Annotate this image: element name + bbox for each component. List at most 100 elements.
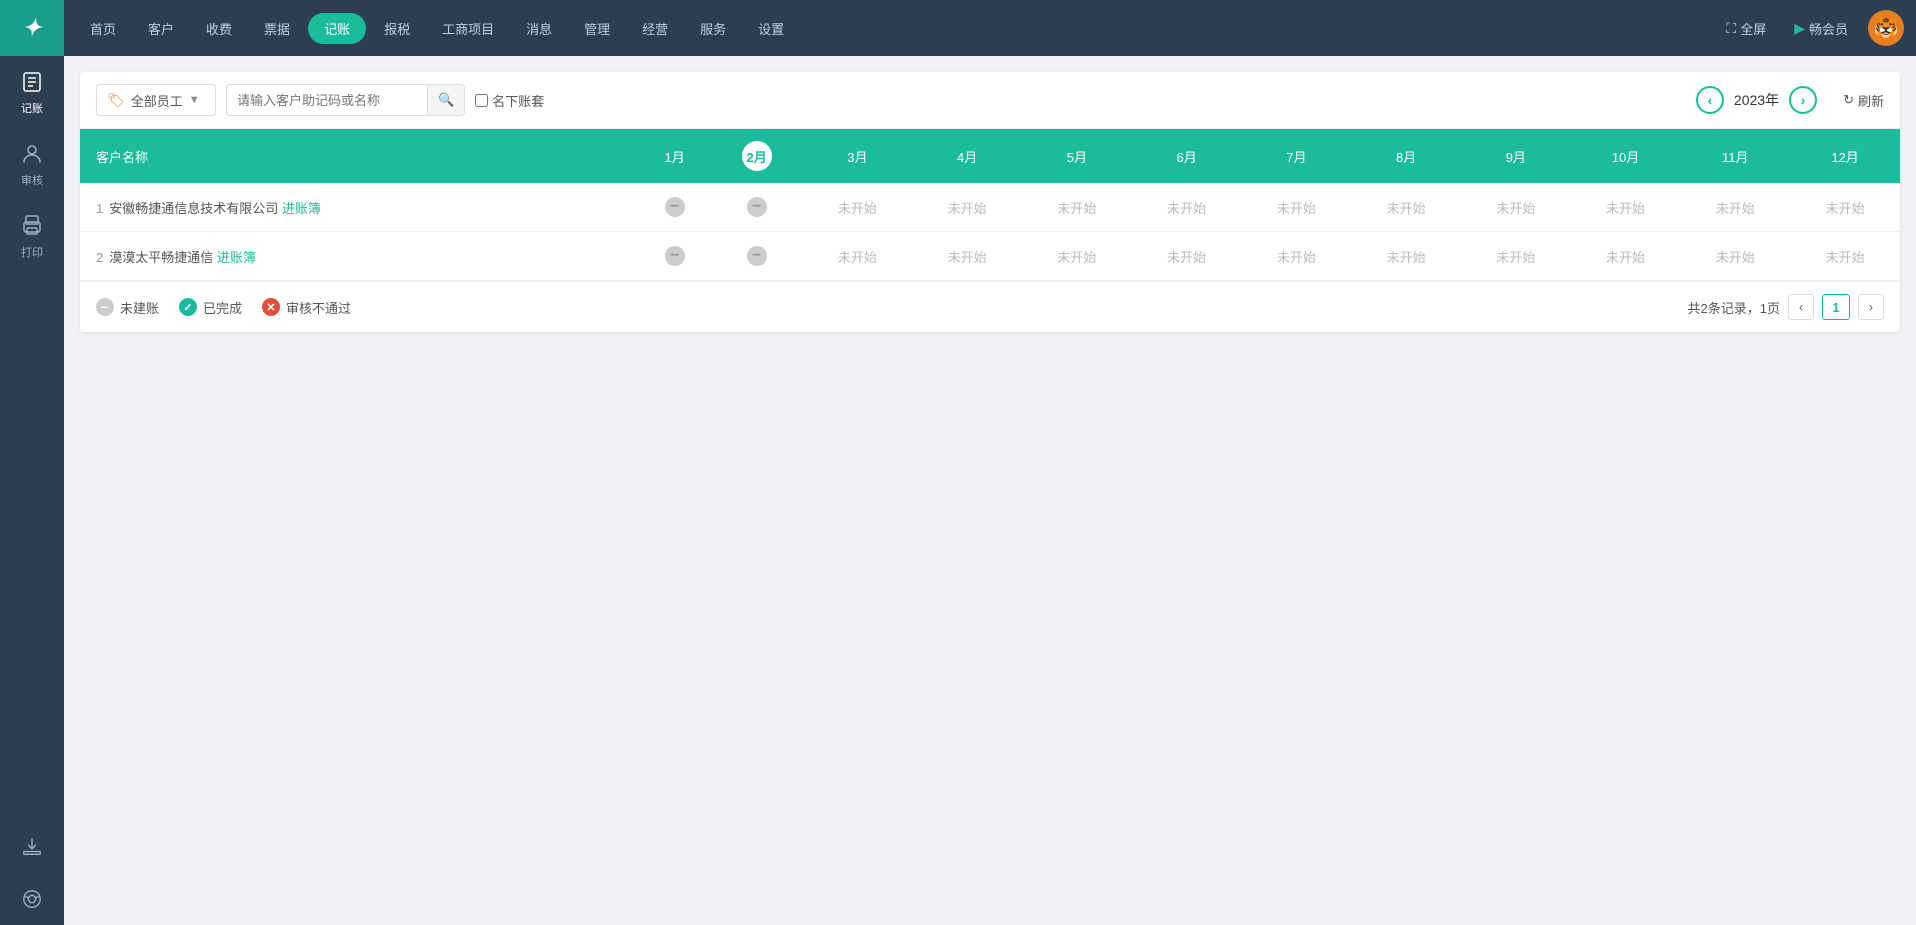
legend-dot-teal: ✓ xyxy=(179,298,197,316)
sidebar-item-ledger[interactable]: 记账 xyxy=(0,56,64,128)
status-dot: − xyxy=(665,197,685,217)
legend-dot-gray: − xyxy=(96,298,114,316)
not-started-label: 未开始 xyxy=(948,201,987,216)
cell-m5: 未开始 xyxy=(1022,183,1132,232)
col-header-m10: 10月 xyxy=(1571,129,1681,183)
prev-year-button[interactable]: ‹ xyxy=(1696,86,1724,114)
cell-m6: 未开始 xyxy=(1132,183,1242,232)
nav-tax[interactable]: 报税 xyxy=(370,13,424,44)
not-started-label: 未开始 xyxy=(1167,201,1206,216)
col-header-m4: 4月 xyxy=(912,129,1022,183)
page-area: 🏷 全部员工 ▼ 🔍 名下账套 ‹ 2023年 › xyxy=(64,56,1916,925)
status-dot: − xyxy=(747,246,767,266)
nav-right: ⛶ 全屏 ▶ 畅会员 🐯 xyxy=(1718,10,1904,46)
nav-customer[interactable]: 客户 xyxy=(134,13,188,44)
legend-label-completed: 已完成 xyxy=(203,298,242,317)
cell-m12: 未开始 xyxy=(1790,232,1900,281)
vip-button[interactable]: ▶ 畅会员 xyxy=(1786,15,1856,42)
row-num: 1 xyxy=(96,201,103,216)
staff-filter[interactable]: 🏷 全部员工 ▼ xyxy=(96,84,216,116)
nav-settings[interactable]: 设置 xyxy=(744,13,798,44)
nav-billing[interactable]: 收费 xyxy=(192,13,246,44)
legend-label-not-built: 未建账 xyxy=(120,298,159,317)
nav-ledger[interactable]: 记账 xyxy=(308,13,366,44)
sidebar-item-support[interactable] xyxy=(0,873,64,925)
active-month-circle: 2月 xyxy=(742,141,772,171)
fullscreen-button[interactable]: ⛶ 全屏 xyxy=(1718,15,1774,42)
print-icon xyxy=(16,212,48,240)
avatar[interactable]: 🐯 xyxy=(1868,10,1904,46)
nav-home[interactable]: 首页 xyxy=(76,13,130,44)
dropdown-icon: ▼ xyxy=(189,94,200,106)
search-button[interactable]: 🔍 xyxy=(427,85,464,115)
staff-filter-label: 全部员工 xyxy=(131,91,183,110)
legend-rejected: ✕ 审核不通过 xyxy=(262,298,351,317)
row-num: 2 xyxy=(96,250,103,265)
prev-page-button[interactable]: ‹ xyxy=(1788,294,1814,320)
nav-manage[interactable]: 管理 xyxy=(570,13,624,44)
not-started-label: 未开始 xyxy=(1496,201,1535,216)
topnav: 首页 客户 收费 票据 记账 报税 工商项目 消息 管理 经营 服务 设置 ⛶ … xyxy=(64,0,1916,56)
sidebar-item-audit[interactable]: 审核 xyxy=(0,128,64,200)
search-wrap: 🔍 xyxy=(226,84,465,116)
next-page-button[interactable]: › xyxy=(1858,294,1884,320)
search-input[interactable] xyxy=(227,93,427,108)
col-header-name: 客户名称 xyxy=(80,129,639,183)
sidebar: ✦ 记账 审核 打印 xyxy=(0,0,64,925)
enter-ledger-link[interactable]: 进账簿 xyxy=(282,201,321,216)
nav-business[interactable]: 工商项目 xyxy=(428,13,508,44)
not-started-label: 未开始 xyxy=(838,201,877,216)
sidebar-label-audit: 审核 xyxy=(21,172,43,188)
vip-icon: ▶ xyxy=(1794,20,1805,37)
col-header-m3: 3月 xyxy=(803,129,913,183)
cell-name: 1安徽畅捷通信息技术有限公司 进账簿 xyxy=(80,183,639,232)
cell-m2: − xyxy=(711,232,803,281)
cell-m4: 未开始 xyxy=(912,183,1022,232)
toolbar: 🏷 全部员工 ▼ 🔍 名下账套 ‹ 2023年 › xyxy=(80,72,1900,129)
cell-name: 2 漠漠太平畅捷通信 进账簿 xyxy=(80,232,639,281)
sidebar-label-ledger: 记账 xyxy=(21,100,43,116)
sidebar-item-print[interactable]: 打印 xyxy=(0,200,64,272)
not-started-label: 未开始 xyxy=(1606,201,1645,216)
cell-m9: 未开始 xyxy=(1461,183,1571,232)
nav-message[interactable]: 消息 xyxy=(512,13,566,44)
main-table: 客户名称 1月 2月 3月 4月 5月 6月 7月 8月 9月 xyxy=(80,129,1900,281)
refresh-icon: ↻ xyxy=(1843,92,1854,108)
staff-icon: 🏷 xyxy=(107,92,125,109)
not-started-label: 未开始 xyxy=(838,250,877,265)
table-header-row: 客户名称 1月 2月 3月 4月 5月 6月 7月 8月 9月 xyxy=(80,129,1900,183)
refresh-button[interactable]: ↻ 刷新 xyxy=(1843,91,1884,110)
my-accounts-checkbox-label[interactable]: 名下账套 xyxy=(475,91,544,110)
not-started-label: 未开始 xyxy=(1606,250,1645,265)
enter-ledger-link[interactable]: 进账簿 xyxy=(217,250,256,265)
status-dot: − xyxy=(665,246,685,266)
not-started-label: 未开始 xyxy=(1716,250,1755,265)
not-started-label: 未开始 xyxy=(1277,250,1316,265)
fullscreen-icon: ⛶ xyxy=(1726,20,1736,37)
not-started-label: 未开始 xyxy=(948,250,987,265)
cell-m7: 未开始 xyxy=(1241,232,1351,281)
not-started-label: 未开始 xyxy=(1826,201,1865,216)
year-nav: ‹ 2023年 › xyxy=(1696,86,1817,114)
sidebar-bottom xyxy=(0,821,64,925)
legend-dot-red: ✕ xyxy=(262,298,280,316)
current-page[interactable]: 1 xyxy=(1822,294,1850,320)
search-icon: 🔍 xyxy=(438,92,454,108)
col-header-m8: 8月 xyxy=(1351,129,1461,183)
nav-invoice[interactable]: 票据 xyxy=(250,13,304,44)
sidebar-item-download[interactable] xyxy=(0,821,64,873)
download-icon xyxy=(16,833,48,861)
not-started-label: 未开始 xyxy=(1167,250,1206,265)
customer-name: 漠漠太平畅捷通信 xyxy=(109,250,213,265)
my-accounts-checkbox[interactable] xyxy=(475,94,488,107)
table-body: 1安徽畅捷通信息技术有限公司 进账簿−−未开始未开始未开始未开始未开始未开始未开… xyxy=(80,183,1900,281)
main-content: 首页 客户 收费 票据 记账 报税 工商项目 消息 管理 经营 服务 设置 ⛶ … xyxy=(64,0,1916,925)
year-display: 2023年 xyxy=(1734,90,1779,110)
main-card: 🏷 全部员工 ▼ 🔍 名下账套 ‹ 2023年 › xyxy=(80,72,1900,332)
ledger-icon xyxy=(16,68,48,96)
nav-operation[interactable]: 经营 xyxy=(628,13,682,44)
col-header-m12: 12月 xyxy=(1790,129,1900,183)
not-started-label: 未开始 xyxy=(1277,201,1316,216)
nav-service[interactable]: 服务 xyxy=(686,13,740,44)
next-year-button[interactable]: › xyxy=(1789,86,1817,114)
